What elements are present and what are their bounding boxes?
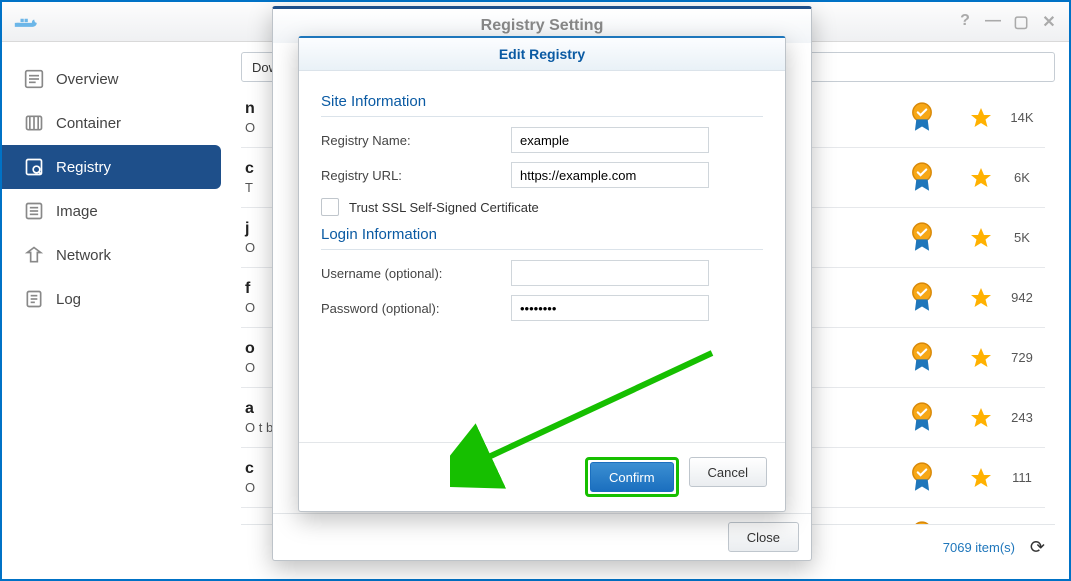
trust-ssl-checkbox[interactable]: Trust SSL Self-Signed Certificate [321, 198, 763, 216]
sidebar-item-label: Image [56, 203, 98, 220]
sidebar-item-label: Container [56, 115, 121, 132]
item-count: 5K [1003, 230, 1041, 245]
section-site-info: Site Information [321, 93, 763, 117]
close-button[interactable]: Close [728, 522, 799, 552]
password-input[interactable] [511, 295, 709, 321]
star-icon [969, 226, 993, 250]
verified-badge-icon [905, 221, 939, 255]
item-count: 243 [1003, 410, 1041, 425]
item-count: 942 [1003, 290, 1041, 305]
sidebar-item-registry[interactable]: Registry [2, 145, 221, 189]
username-label: Username (optional): [321, 266, 511, 281]
overview-icon [24, 69, 44, 89]
item-count: 111 [1003, 470, 1041, 485]
registry-icon [24, 157, 44, 177]
star-icon [969, 166, 993, 190]
log-icon [24, 289, 44, 309]
sidebar-item-overview[interactable]: Overview [2, 57, 227, 101]
section-login-info: Login Information [321, 226, 763, 250]
verified-badge-icon [905, 161, 939, 195]
sidebar-item-log[interactable]: Log [2, 277, 227, 321]
verified-badge-icon [905, 281, 939, 315]
trust-ssl-label: Trust SSL Self-Signed Certificate [349, 200, 539, 215]
username-input[interactable] [511, 260, 709, 286]
reload-icon[interactable]: ⟳ [1030, 537, 1045, 558]
sidebar-item-network[interactable]: Network [2, 233, 227, 277]
star-icon [969, 106, 993, 130]
network-icon [24, 245, 44, 265]
verified-badge-icon [905, 401, 939, 435]
item-count: 729 [1003, 350, 1041, 365]
sidebar-item-container[interactable]: Container [2, 101, 227, 145]
modal-title: Edit Registry [299, 38, 785, 71]
registry-url-input[interactable] [511, 162, 709, 188]
verified-badge-icon [905, 101, 939, 135]
container-icon [24, 113, 44, 133]
registry-name-label: Registry Name: [321, 133, 511, 148]
sidebar-item-image[interactable]: Image [2, 189, 227, 233]
registry-url-label: Registry URL: [321, 168, 511, 183]
image-icon [24, 201, 44, 221]
items-count: 7069 item(s) [943, 540, 1015, 555]
star-icon [969, 406, 993, 430]
verified-badge-icon [905, 461, 939, 495]
star-icon [969, 346, 993, 370]
sidebar-item-label: Log [56, 291, 81, 308]
star-icon [969, 286, 993, 310]
verified-badge-icon [905, 341, 939, 375]
item-count: 14K [1003, 110, 1041, 125]
sidebar-item-label: Registry [56, 159, 111, 176]
item-count: 6K [1003, 170, 1041, 185]
password-label: Password (optional): [321, 301, 511, 316]
sidebar-item-label: Network [56, 247, 111, 264]
sidebar-item-label: Overview [56, 71, 119, 88]
registry-name-input[interactable] [511, 127, 709, 153]
instruction-arrow-icon [450, 341, 730, 491]
sidebar: Overview Container Registry Image Networ… [2, 42, 227, 579]
star-icon [969, 466, 993, 490]
